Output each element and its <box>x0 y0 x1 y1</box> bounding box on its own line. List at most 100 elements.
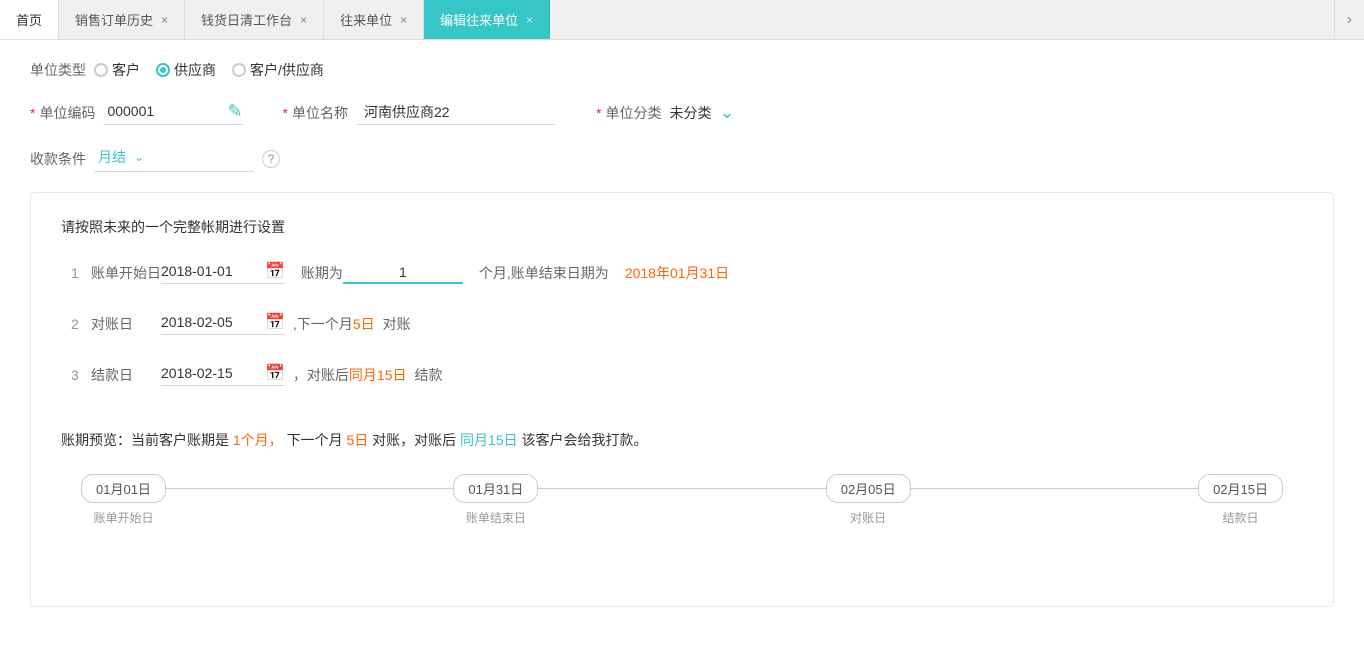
tab-partner[interactable]: 往来单位 × <box>324 0 424 39</box>
settings-title: 请按照未来的一个完整帐期进行设置 <box>61 217 1303 237</box>
reconcile-suffix: 对账 <box>383 314 411 334</box>
preview-section: 账期预览：当前客户账期是 1个月， 下一个月 5日 对账，对账后 同月15日 该… <box>61 414 1303 582</box>
row-num-2: 2 <box>71 316 91 332</box>
reconcile-date-group: 📅 <box>161 312 285 335</box>
payment-condition-value: 月结 <box>94 145 130 169</box>
radio-group: 客户 供应商 客户/供应商 <box>94 60 324 80</box>
radio-both-label: 客户/供应商 <box>250 60 324 80</box>
node-badge-1: 01月01日 <box>81 474 166 503</box>
tab-cash-work[interactable]: 钱货日清工作台 × <box>185 0 324 39</box>
reconcile-date-input[interactable] <box>161 314 261 330</box>
unit-code-copy-icon[interactable]: ✎ <box>227 101 242 122</box>
node-label-1: 账单开始日 <box>93 509 153 526</box>
unit-type-label: 单位类型 <box>30 60 86 80</box>
tab-bar: 首页 销售订单历史 × 钱货日清工作台 × 往来单位 × 编辑往来单位 × › <box>0 0 1364 40</box>
preview-prefix: 账期预览：当前客户账期是 <box>61 432 229 448</box>
tab-sales-history-close[interactable]: × <box>161 13 168 27</box>
radio-both-circle <box>232 63 246 77</box>
payment-prefix: ，对账后 <box>293 365 349 385</box>
preview-payment-highlight: 同月15日 <box>460 432 518 448</box>
unit-type-group: 单位类型 客户 供应商 客户/供应商 <box>30 60 324 80</box>
unit-code-star: * <box>30 105 35 121</box>
timeline-node-1: 01月01日 账单开始日 <box>81 474 166 526</box>
period-suffix: 个月,账单结束日期为 <box>479 263 609 283</box>
reconcile-row: 2 对账日 📅 ,下一个月 5日 对账 <box>61 312 1303 335</box>
unit-name-input[interactable] <box>356 100 556 125</box>
node-label-2: 账单结束日 <box>466 509 526 526</box>
preview-reconcile-prefix: 下一个月 <box>287 432 343 448</box>
unit-category-group: * 单位分类 未分类 ⌄ <box>596 102 735 123</box>
reconcile-calendar-icon[interactable]: 📅 <box>265 312 285 332</box>
unit-category-star: * <box>596 105 601 121</box>
tab-home[interactable]: 首页 <box>0 0 59 39</box>
bill-start-date-input[interactable] <box>161 263 261 279</box>
payment-chevron-icon: ⌄ <box>134 150 144 164</box>
timeline-node-3: 02月05日 对账日 <box>826 474 911 526</box>
unit-category-label: 单位分类 <box>605 103 661 123</box>
payment-help-icon[interactable]: ? <box>262 150 280 168</box>
payment-condition-select[interactable]: 月结 ⌄ <box>94 145 254 172</box>
unit-name-label: 单位名称 <box>292 103 348 123</box>
radio-customer-label: 客户 <box>112 60 140 80</box>
tab-cash-work-label: 钱货日清工作台 <box>201 10 292 29</box>
preview-text: 账期预览：当前客户账期是 1个月， 下一个月 5日 对账，对账后 同月15日 该… <box>61 430 1303 450</box>
tab-partner-label: 往来单位 <box>340 10 392 29</box>
unit-category-value: 未分类 <box>669 103 711 123</box>
unit-code-input[interactable] <box>103 101 223 121</box>
reconcile-label: 对账日 <box>91 314 161 334</box>
unit-name-star: * <box>283 105 288 121</box>
bill-start-date-group: 📅 <box>161 261 285 284</box>
radio-both[interactable]: 客户/供应商 <box>232 60 324 80</box>
preview-period: 1个月， <box>233 432 283 448</box>
payment-date-group: 📅 <box>161 363 285 386</box>
radio-supplier[interactable]: 供应商 <box>156 60 216 80</box>
row-num-3: 3 <box>71 367 91 383</box>
unit-name-group: * 单位名称 <box>283 100 556 125</box>
radio-customer[interactable]: 客户 <box>94 60 140 80</box>
tab-edit-partner[interactable]: 编辑往来单位 × <box>424 0 550 39</box>
payment-suffix: 结款 <box>415 365 443 385</box>
node-badge-3: 02月05日 <box>826 474 911 503</box>
period-prefix: 账期为 <box>301 263 343 283</box>
radio-supplier-label: 供应商 <box>174 60 216 80</box>
settings-box: 请按照未来的一个完整帐期进行设置 1 账单开始日 📅 账期为 个月,账单结束日期… <box>30 192 1334 607</box>
node-badge-4: 02月15日 <box>1198 474 1283 503</box>
unit-code-label: 单位编码 <box>39 103 95 123</box>
period-value-input[interactable] <box>343 262 463 284</box>
bill-start-calendar-icon[interactable]: 📅 <box>265 261 285 281</box>
payment-condition-label: 收款条件 <box>30 149 86 169</box>
unit-type-row: 单位类型 客户 供应商 客户/供应商 <box>30 60 1334 80</box>
payment-date-input[interactable] <box>161 365 261 381</box>
preview-reconcile-middle: 对账，对账后 <box>372 432 456 448</box>
category-chevron-icon: ⌄ <box>719 102 734 123</box>
timeline-container: 01月01日 账单开始日 01月31日 账单结束日 02月05日 对账日 02月… <box>61 474 1303 566</box>
tab-sales-history-label: 销售订单历史 <box>75 10 153 29</box>
timeline-nodes: 01月01日 账单开始日 01月31日 账单结束日 02月05日 对账日 02月… <box>81 474 1283 526</box>
payment-calendar-icon[interactable]: 📅 <box>265 363 285 383</box>
node-label-4: 结款日 <box>1223 509 1259 526</box>
timeline-node-4: 02月15日 结款日 <box>1198 474 1283 526</box>
payment-row: 3 结款日 📅 ，对账后 同月15日 结款 <box>61 363 1303 386</box>
preview-suffix: 该客户会给我打款。 <box>522 432 648 448</box>
payment-condition-group: 收款条件 月结 ⌄ ? <box>30 145 280 172</box>
node-label-3: 对账日 <box>850 509 886 526</box>
tab-sales-history[interactable]: 销售订单历史 × <box>59 0 185 39</box>
payment-highlight: 同月15日 <box>349 365 407 385</box>
tab-cash-work-close[interactable]: × <box>300 13 307 27</box>
tab-edit-partner-label: 编辑往来单位 <box>440 10 518 29</box>
timeline-node-2: 01月31日 账单结束日 <box>453 474 538 526</box>
row-num-1: 1 <box>71 265 91 281</box>
unit-code-input-wrapper: ✎ <box>103 101 242 125</box>
tab-more-arrow[interactable]: › <box>1334 0 1364 39</box>
reconcile-highlight: 5日 <box>353 314 375 334</box>
tab-partner-close[interactable]: × <box>400 13 407 27</box>
tab-home-label: 首页 <box>16 10 42 29</box>
payment-condition-row: 收款条件 月结 ⌄ ? <box>30 145 1334 172</box>
tab-edit-partner-close[interactable]: × <box>526 13 533 27</box>
main-content: 单位类型 客户 供应商 客户/供应商 * 单位编码 <box>0 40 1364 647</box>
unit-category-select[interactable]: 未分类 ⌄ <box>669 102 734 123</box>
unit-code-group: * 单位编码 ✎ <box>30 101 243 125</box>
bill-start-row: 1 账单开始日 📅 账期为 个月,账单结束日期为 2018年01月31日 <box>61 261 1303 284</box>
radio-customer-circle <box>94 63 108 77</box>
reconcile-prefix: ,下一个月 <box>293 314 353 334</box>
